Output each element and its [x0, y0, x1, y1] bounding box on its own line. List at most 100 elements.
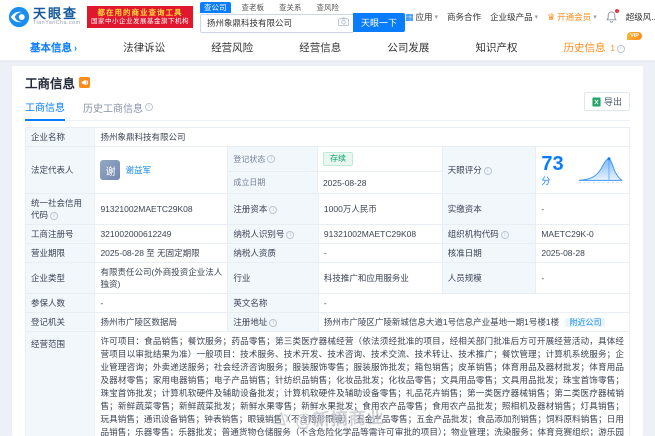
search-tab-risk[interactable]: 查风险 — [313, 2, 344, 13]
info-icon[interactable] — [500, 231, 509, 239]
info-icon[interactable] — [286, 231, 295, 239]
top-bar: 天眼查 TianYanCha.com 都在用的商业查询工具 国家中小企业发展基金… — [0, 0, 655, 34]
nearby-companies-link[interactable]: 附近公司 — [565, 318, 606, 327]
score-distribution-chart — [578, 157, 623, 184]
search-input[interactable] — [200, 13, 353, 33]
field-label: 人员规模 — [441, 262, 537, 294]
field-label: 实缴资本 — [441, 193, 537, 225]
english-name-value: - — [317, 293, 631, 313]
table-row: 企业类型 有限责任公司(外商投资企业法人独资) 行业 科技推广和应用服务业 人员… — [24, 262, 630, 294]
info-icon[interactable] — [267, 155, 276, 163]
section-megaphone-icon — [79, 77, 91, 88]
authority-value: 扬州市广陵区数据局 — [94, 312, 229, 332]
subtab-current-business-info[interactable]: 工商信息 — [25, 99, 65, 121]
brand-domain: TianYanCha.com — [33, 20, 81, 27]
notification-bell-icon[interactable] — [606, 9, 619, 23]
tab-intellectual-property[interactable]: 知识产权 — [475, 40, 517, 55]
info-icon[interactable] — [616, 44, 625, 53]
approval-date-value: 2025-08-28 — [535, 243, 630, 263]
field-label: 参保人数 — [24, 293, 96, 313]
business-term-value: 2025-08-28 至 无固定期限 — [94, 243, 229, 263]
search-area: 查公司 查老板 查关系 查风险 天眼一下 — [200, 2, 405, 33]
export-button[interactable]: 导出 — [583, 92, 630, 111]
business-info-card: 工商信息 工商信息 历史工商信息 导出 — [12, 66, 643, 436]
subtab-history-business-info[interactable]: 历史工商信息 — [83, 99, 153, 120]
field-label: 登记机关 — [24, 312, 96, 332]
search-tab-relation[interactable]: 查关系 — [275, 2, 306, 13]
menu-open-vip[interactable]: ♛ 开通会员 ▾ — [547, 11, 597, 23]
address-value: 扬州市广陵区广陵新城信息大道1号信息产业基地一期1号楼1楼 — [323, 317, 560, 327]
field-label: 登记状态 — [228, 147, 318, 172]
legal-rep-link[interactable]: 谢益军 — [125, 164, 151, 176]
tab-operating-info[interactable]: 经营信息 — [299, 40, 341, 55]
brand-name: 天眼查 — [33, 6, 79, 22]
field-label: 经营范围 — [24, 331, 96, 436]
chevron-down-icon: ▾ — [434, 14, 439, 21]
reg-number-value: 321002000612249 — [94, 224, 229, 244]
camera-icon[interactable] — [338, 17, 349, 26]
field-label: 企业类型 — [24, 262, 96, 294]
table-row: 经营范围 许可项目：食品销售；餐饮服务；药品零售；第三类医疗器械经营（依法须经批… — [24, 331, 630, 436]
field-label: 工商注册号 — [24, 224, 96, 244]
field-label: 企业名称 — [24, 127, 96, 147]
info-icon[interactable] — [483, 167, 492, 175]
table-row: 统一社会信用代码 91321002MAETC29K08 注册资本 1000万人民… — [24, 193, 630, 225]
tab-company-development[interactable]: 公司发展 — [387, 40, 429, 55]
table-row: 法定代表人 谢 谢益军 登记状态 存续 成立日期 — [24, 146, 630, 194]
paid-capital-value: - — [535, 193, 630, 225]
export-excel-icon — [592, 97, 601, 106]
notification-dot — [614, 9, 619, 13]
field-label: 成立日期 — [228, 172, 318, 193]
crown-icon: ♛ — [547, 11, 556, 22]
tianyan-score[interactable]: 73分 — [541, 154, 624, 187]
info-icon[interactable] — [50, 212, 59, 220]
table-row: 企业名称 扬州象鼎科技有限公司 — [24, 127, 630, 147]
table-row: 登记机关 扬州市广陵区数据局 注册地址 扬州市广陵区广陵新城信息大道1号信息产业… — [24, 312, 631, 332]
field-label: 组织机构代码 — [441, 224, 537, 244]
status-badge: 存续 — [322, 152, 353, 166]
field-label: 法定代表人 — [24, 146, 96, 194]
tab-operating-risk[interactable]: 经营风险 — [211, 40, 253, 55]
section-title: 工商信息 — [25, 77, 76, 91]
field-label: 注册资本 — [227, 193, 319, 225]
info-icon[interactable] — [145, 103, 153, 111]
menu-business-cooperation[interactable]: 商务合作 — [447, 11, 481, 23]
field-label: 天眼评分 — [441, 146, 537, 194]
tab-history-info[interactable]: VIP 历史信息 1 — [564, 31, 642, 55]
field-label: 注册地址 — [227, 312, 319, 332]
company-name-value: 扬州象鼎科技有限公司 — [94, 127, 630, 147]
menu-enterprise-products[interactable]: 企业级产品 ▾ — [490, 11, 538, 23]
vip-badge: VIP — [627, 31, 642, 40]
field-label: 行业 — [227, 262, 319, 294]
history-count: 1 — [610, 43, 615, 53]
insured-value: - — [94, 293, 229, 313]
business-info-table: 企业名称 扬州象鼎科技有限公司 法定代表人 谢 谢益军 登记状态 i 存续 成立… — [24, 127, 631, 436]
org-code-value: MAETC29K-0 — [535, 224, 630, 244]
business-scope-value: 许可项目：食品销售；餐饮服务；药品零售；第三类医疗器械经营（依法须经批准的项目，… — [100, 336, 624, 436]
menu-apps[interactable]: ▦ 应用 ▾ — [405, 11, 438, 23]
taxpayer-quality-value: - — [317, 243, 443, 263]
apps-grid-icon: ▦ — [405, 11, 414, 22]
field-label: 英文名称 — [227, 293, 319, 313]
search-tab-company[interactable]: 查公司 — [200, 2, 231, 13]
legal-rep-avatar[interactable]: 谢 — [100, 160, 121, 180]
chevron-down-icon: ▾ — [534, 14, 539, 21]
brand-slogan: 都在用的商业查询工具 国家中小企业发展基金旗下机构 — [87, 5, 193, 29]
tianyancha-eye-icon — [8, 6, 30, 28]
tianyancha-logo[interactable]: 天眼查 TianYanCha.com — [8, 6, 84, 28]
field-label: 核准日期 — [441, 243, 537, 263]
tab-legal-proceedings[interactable]: 法律诉讼 — [123, 40, 165, 55]
table-row: 工商注册号 321002000612249 纳税人识别号 91321002MAE… — [24, 224, 630, 244]
tab-basic-info[interactable]: 基本信息 — [30, 40, 77, 55]
staff-size-value: - — [535, 262, 630, 294]
menu-user-account[interactable]: 超级风.. ▾ — [626, 11, 655, 23]
search-tab-boss[interactable]: 查老板 — [238, 2, 269, 13]
field-label: 营业期限 — [24, 243, 96, 263]
company-nav-tabs: 基本信息 法律诉讼 经营风险 经营信息 公司发展 知识产权 VIP 历史信息 1 — [0, 31, 655, 61]
info-icon[interactable] — [269, 319, 278, 327]
search-button[interactable]: 天眼一下 — [353, 13, 405, 32]
company-type-value: 有限责任公司(外商投资企业法人独资) — [94, 262, 229, 294]
reg-capital-value: 1000万人民币 — [317, 193, 443, 225]
field-label: 纳税人识别号 — [227, 224, 319, 244]
info-icon[interactable] — [269, 206, 278, 214]
